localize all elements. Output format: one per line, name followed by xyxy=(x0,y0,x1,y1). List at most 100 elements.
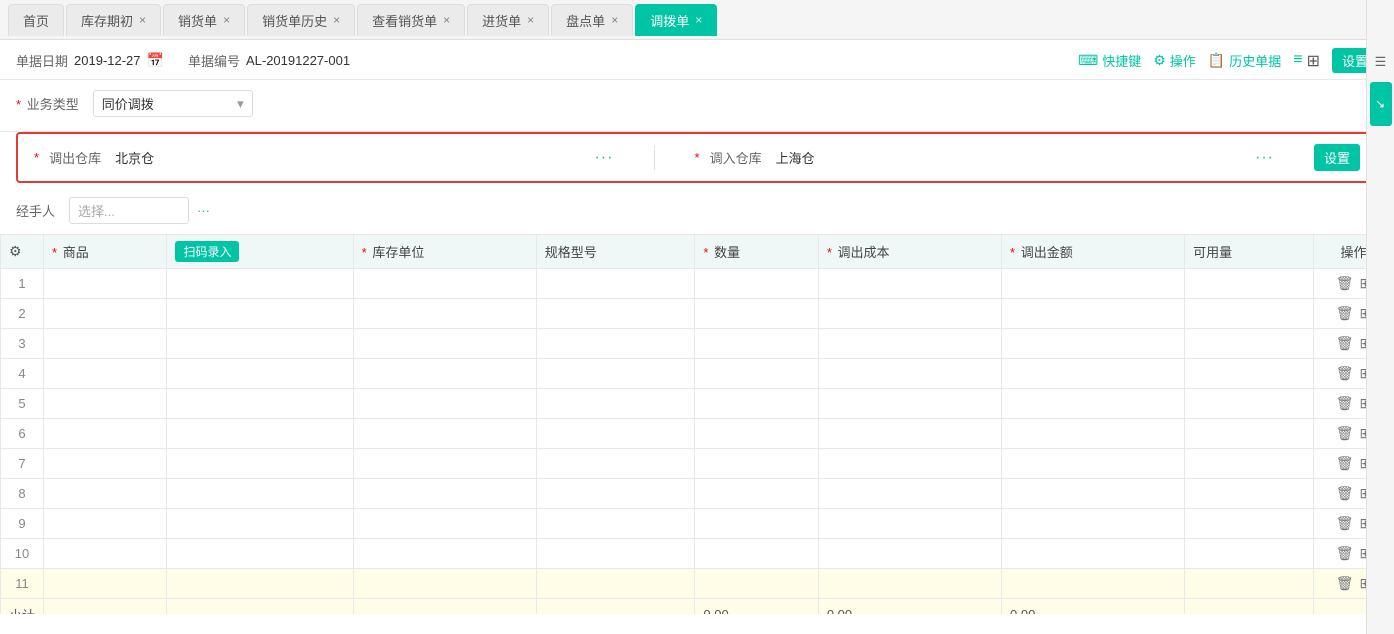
cell-amount-5[interactable] xyxy=(1002,389,1185,419)
cell-product-3[interactable] xyxy=(44,329,167,359)
delete-icon-1[interactable]: 🗑 xyxy=(1336,275,1354,292)
operation-button[interactable]: ⚙ 操作 xyxy=(1153,51,1196,70)
cell-qty-8[interactable] xyxy=(695,479,818,509)
transfer-out-more-icon[interactable]: ··· xyxy=(595,149,614,167)
close-tab-inventory-init[interactable]: × xyxy=(139,13,146,27)
cell-spec-1[interactable] xyxy=(536,269,695,299)
col-gear[interactable]: ⚙ xyxy=(1,235,44,269)
delete-icon-5[interactable]: 🗑 xyxy=(1336,395,1354,412)
cell-qty-6[interactable] xyxy=(695,419,818,449)
cell-unit-10[interactable] xyxy=(353,539,536,569)
cell-product-11[interactable] xyxy=(44,569,167,599)
close-tab-sales-history[interactable]: × xyxy=(333,13,340,27)
handler-more-icon[interactable]: ··· xyxy=(197,203,210,218)
cell-cost-8[interactable] xyxy=(818,479,1001,509)
table-settings-icon[interactable]: ⚙ xyxy=(9,243,22,259)
warehouse-setting-button[interactable]: 设置 xyxy=(1314,144,1360,171)
cell-amount-10[interactable] xyxy=(1002,539,1185,569)
sidebar-expand-icon[interactable]: ↗ xyxy=(1370,82,1392,126)
cell-amount-2[interactable] xyxy=(1002,299,1185,329)
cell-product-1[interactable] xyxy=(44,269,167,299)
list-view-icon[interactable]: ≡ xyxy=(1293,51,1302,71)
cell-product-2[interactable] xyxy=(44,299,167,329)
cell-unit-5[interactable] xyxy=(353,389,536,419)
cell-product-10[interactable] xyxy=(44,539,167,569)
cell-cost-10[interactable] xyxy=(818,539,1001,569)
delete-icon-11[interactable]: 🗑 xyxy=(1336,575,1354,592)
cell-unit-11[interactable] xyxy=(353,569,536,599)
tab-transfer[interactable]: 调拨单 × xyxy=(635,4,717,36)
scan-button[interactable]: 扫码录入 xyxy=(175,241,239,262)
cell-unit-2[interactable] xyxy=(353,299,536,329)
cell-amount-6[interactable] xyxy=(1002,419,1185,449)
cell-amount-4[interactable] xyxy=(1002,359,1185,389)
handler-select[interactable]: 选择... xyxy=(69,197,189,224)
cell-spec-11[interactable] xyxy=(536,569,695,599)
tab-sales-order[interactable]: 销货单 × xyxy=(163,4,245,36)
cell-amount-11[interactable] xyxy=(1002,569,1185,599)
cell-spec-9[interactable] xyxy=(536,509,695,539)
cell-spec-8[interactable] xyxy=(536,479,695,509)
cell-product-6[interactable] xyxy=(44,419,167,449)
cell-cost-11[interactable] xyxy=(818,569,1001,599)
cell-cost-7[interactable] xyxy=(818,449,1001,479)
close-tab-inventory-count[interactable]: × xyxy=(611,13,618,27)
close-tab-transfer[interactable]: × xyxy=(695,13,702,27)
cell-spec-2[interactable] xyxy=(536,299,695,329)
cell-spec-10[interactable] xyxy=(536,539,695,569)
delete-icon-9[interactable]: 🗑 xyxy=(1336,515,1354,532)
cell-qty-11[interactable] xyxy=(695,569,818,599)
tab-view-sales[interactable]: 查看销货单 × xyxy=(357,4,465,36)
cell-amount-3[interactable] xyxy=(1002,329,1185,359)
cell-amount-8[interactable] xyxy=(1002,479,1185,509)
delete-icon-10[interactable]: 🗑 xyxy=(1336,545,1354,562)
cell-spec-3[interactable] xyxy=(536,329,695,359)
cell-spec-7[interactable] xyxy=(536,449,695,479)
business-type-select[interactable]: 同价调拨 ▾ xyxy=(93,90,253,117)
cell-cost-3[interactable] xyxy=(818,329,1001,359)
cell-cost-2[interactable] xyxy=(818,299,1001,329)
delete-icon-6[interactable]: 🗑 xyxy=(1336,425,1354,442)
cell-cost-5[interactable] xyxy=(818,389,1001,419)
cell-spec-5[interactable] xyxy=(536,389,695,419)
cell-qty-1[interactable] xyxy=(695,269,818,299)
cell-qty-4[interactable] xyxy=(695,359,818,389)
cell-qty-9[interactable] xyxy=(695,509,818,539)
cell-product-8[interactable] xyxy=(44,479,167,509)
delete-icon-2[interactable]: 🗑 xyxy=(1336,305,1354,322)
cell-qty-3[interactable] xyxy=(695,329,818,359)
cell-spec-6[interactable] xyxy=(536,419,695,449)
cell-product-7[interactable] xyxy=(44,449,167,479)
shortcut-button[interactable]: ⌨ 快捷键 xyxy=(1078,51,1141,70)
tab-inventory-count[interactable]: 盘点单 × xyxy=(551,4,633,36)
cell-qty-5[interactable] xyxy=(695,389,818,419)
tab-sales-history[interactable]: 销货单历史 × xyxy=(247,4,355,36)
cell-amount-1[interactable] xyxy=(1002,269,1185,299)
transfer-in-more-icon[interactable]: ··· xyxy=(1255,149,1274,167)
cell-product-5[interactable] xyxy=(44,389,167,419)
cell-qty-2[interactable] xyxy=(695,299,818,329)
cell-cost-1[interactable] xyxy=(818,269,1001,299)
tab-inventory-init[interactable]: 库存期初 × xyxy=(66,4,161,36)
tab-home[interactable]: 首页 xyxy=(8,4,64,36)
cell-cost-9[interactable] xyxy=(818,509,1001,539)
delete-icon-7[interactable]: 🗑 xyxy=(1336,455,1354,472)
cell-product-9[interactable] xyxy=(44,509,167,539)
cell-unit-1[interactable] xyxy=(353,269,536,299)
delete-icon-3[interactable]: 🗑 xyxy=(1336,335,1354,352)
calendar-icon[interactable]: 📅 xyxy=(147,52,164,69)
tab-purchase-order[interactable]: 进货单 × xyxy=(467,4,549,36)
grid-view-icon[interactable]: ⊞ xyxy=(1307,51,1320,71)
cell-unit-8[interactable] xyxy=(353,479,536,509)
cell-unit-4[interactable] xyxy=(353,359,536,389)
delete-icon-8[interactable]: 🗑 xyxy=(1336,485,1354,502)
cell-qty-7[interactable] xyxy=(695,449,818,479)
history-button[interactable]: 📋 历史单据 xyxy=(1208,51,1281,70)
cell-unit-6[interactable] xyxy=(353,419,536,449)
cell-spec-4[interactable] xyxy=(536,359,695,389)
cell-cost-4[interactable] xyxy=(818,359,1001,389)
close-tab-purchase-order[interactable]: × xyxy=(527,13,534,27)
cell-amount-9[interactable] xyxy=(1002,509,1185,539)
cell-qty-10[interactable] xyxy=(695,539,818,569)
close-tab-view-sales[interactable]: × xyxy=(443,13,450,27)
